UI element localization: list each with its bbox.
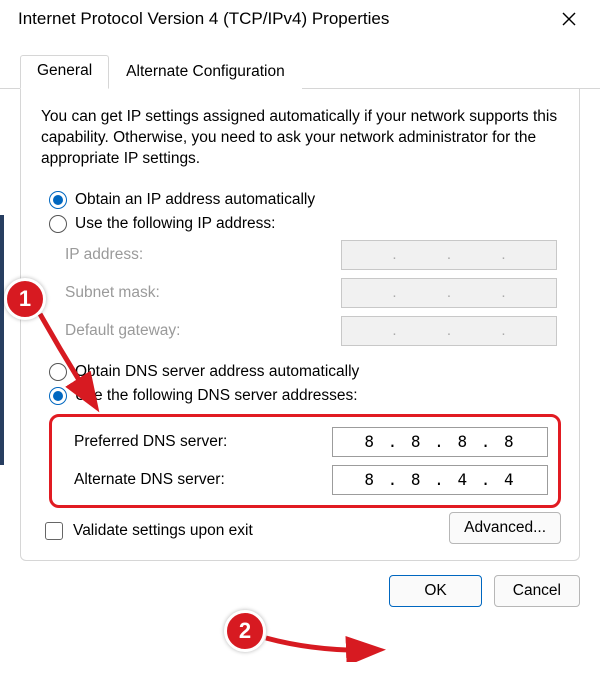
checkbox-icon [45, 522, 63, 540]
field-ip-address: IP address: ... [49, 236, 561, 274]
close-icon [562, 12, 576, 26]
ip-radio-group: Obtain an IP address automatically Use t… [49, 188, 561, 350]
field-subnet-mask: Subnet mask: ... [49, 274, 561, 312]
close-button[interactable] [552, 6, 586, 32]
window-title: Internet Protocol Version 4 (TCP/IPv4) P… [18, 9, 389, 29]
radio-dns-manual[interactable]: Use the following DNS server addresses: [49, 384, 561, 408]
default-gateway-label: Default gateway: [65, 322, 180, 340]
alternate-dns-input[interactable]: 8 . 8 . 4 . 4 [332, 465, 548, 495]
ip-address-label: IP address: [65, 246, 143, 264]
tab-alternate[interactable]: Alternate Configuration [109, 56, 302, 89]
radio-dns-auto-label: Obtain DNS server address automatically [75, 363, 359, 381]
dns-radio-group: Obtain DNS server address automatically … [49, 360, 561, 508]
cancel-button[interactable]: Cancel [494, 575, 580, 607]
radio-ip-auto-label: Obtain an IP address automatically [75, 191, 315, 209]
tab-strip: General Alternate Configuration [0, 54, 600, 89]
radio-icon [49, 191, 67, 209]
window-left-edge [0, 215, 4, 465]
subnet-mask-label: Subnet mask: [65, 284, 160, 302]
description-text: You can get IP settings assigned automat… [41, 107, 559, 170]
annotation-arrow-2-icon [258, 628, 388, 662]
radio-dns-auto[interactable]: Obtain DNS server address automatically [49, 360, 561, 384]
field-alternate-dns: Alternate DNS server: 8 . 8 . 4 . 4 [58, 461, 552, 499]
radio-ip-manual-label: Use the following IP address: [75, 215, 275, 233]
tab-general[interactable]: General [20, 55, 109, 89]
annotation-badge-1: 1 [4, 278, 46, 320]
preferred-dns-label: Preferred DNS server: [74, 433, 227, 451]
validate-label: Validate settings upon exit [73, 522, 253, 540]
field-default-gateway: Default gateway: ... [49, 312, 561, 350]
radio-ip-manual[interactable]: Use the following IP address: [49, 212, 561, 236]
subnet-mask-input: ... [341, 278, 557, 308]
preferred-dns-input[interactable]: 8 . 8 . 8 . 8 [332, 427, 548, 457]
radio-icon [49, 387, 67, 405]
annotation-badge-2: 2 [224, 610, 266, 652]
tab-panel: You can get IP settings assigned automat… [20, 89, 580, 561]
dialog-button-row: OK Cancel [0, 561, 600, 607]
radio-icon [49, 363, 67, 381]
radio-icon [49, 215, 67, 233]
field-preferred-dns: Preferred DNS server: 8 . 8 . 8 . 8 [58, 423, 552, 461]
annotation-highlight-box: Preferred DNS server: 8 . 8 . 8 . 8 Alte… [49, 414, 561, 508]
radio-dns-manual-label: Use the following DNS server addresses: [75, 387, 358, 405]
advanced-button[interactable]: Advanced... [449, 512, 561, 544]
default-gateway-input: ... [341, 316, 557, 346]
radio-ip-auto[interactable]: Obtain an IP address automatically [49, 188, 561, 212]
ip-address-input: ... [341, 240, 557, 270]
ok-button[interactable]: OK [389, 575, 481, 607]
alternate-dns-label: Alternate DNS server: [74, 471, 225, 489]
